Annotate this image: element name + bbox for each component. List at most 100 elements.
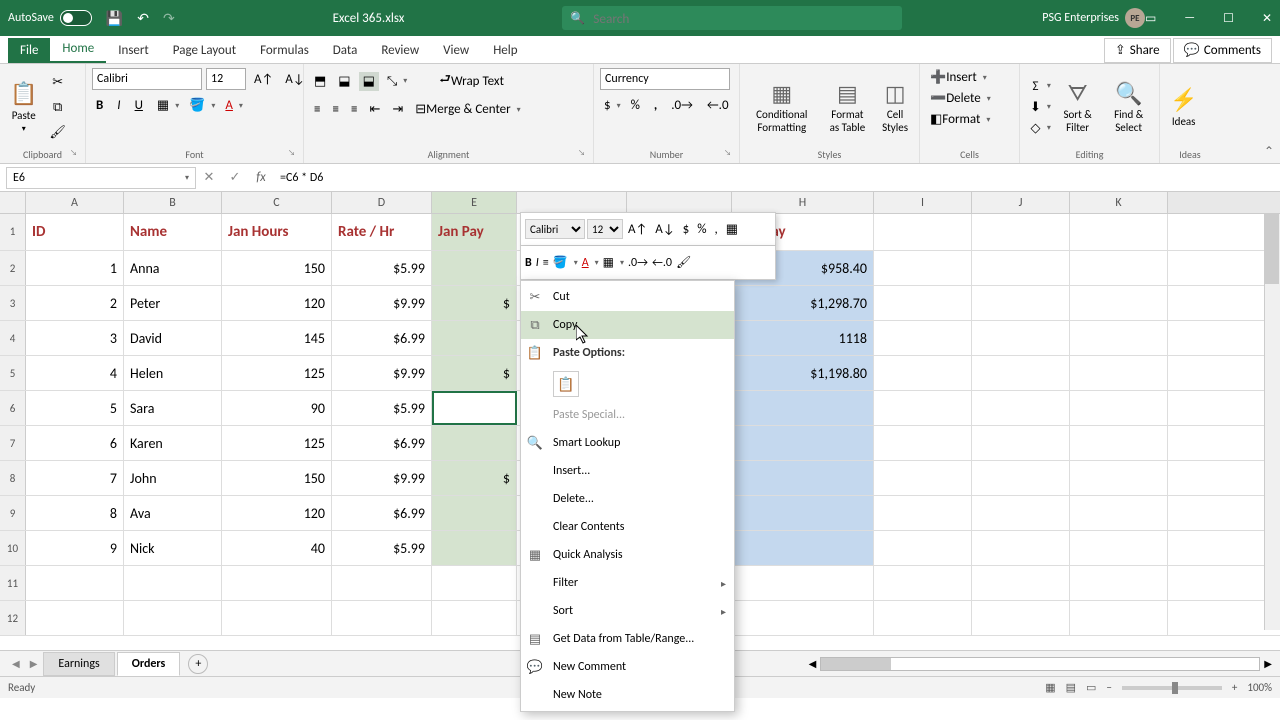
page-layout-icon[interactable]: ▤ — [1066, 681, 1076, 694]
row-header[interactable]: 5 — [0, 356, 26, 390]
zoom-out-icon[interactable]: − — [1106, 681, 1111, 694]
cell[interactable] — [1070, 426, 1168, 460]
mini-painter-icon[interactable]: 🖌 — [676, 255, 691, 270]
name-box[interactable]: E6▾ — [6, 167, 196, 189]
mini-bold-icon[interactable]: B — [525, 256, 532, 270]
bold-button[interactable]: B — [92, 96, 107, 115]
vertical-scrollbar[interactable] — [1264, 214, 1280, 630]
cell[interactable] — [1070, 251, 1168, 285]
cell[interactable] — [972, 391, 1070, 425]
cell[interactable]: John — [124, 461, 222, 495]
align-right-icon[interactable]: ≡ — [347, 100, 361, 119]
cell[interactable] — [732, 391, 874, 425]
mini-cf-icon[interactable]: ▦ — [723, 220, 741, 239]
cell[interactable] — [874, 251, 972, 285]
share-button[interactable]: ⇪Share — [1104, 38, 1171, 63]
toggle-off-icon[interactable] — [60, 10, 92, 26]
tab-review[interactable]: Review — [369, 38, 431, 63]
row-header[interactable]: 8 — [0, 461, 26, 495]
mini-border-icon[interactable]: ▦ — [603, 255, 624, 270]
cell[interactable] — [874, 496, 972, 530]
minimize-icon[interactable]: — — [1184, 11, 1195, 25]
cell[interactable] — [222, 566, 332, 600]
mini-font-name[interactable]: Calibri — [525, 219, 585, 239]
sort-filter-button[interactable]: ᗊSort & Filter — [1055, 76, 1100, 137]
cell[interactable] — [432, 531, 517, 565]
mini-italic-icon[interactable]: I — [536, 256, 539, 270]
cell[interactable] — [1070, 321, 1168, 355]
copy-icon[interactable]: ⧉ — [45, 98, 70, 117]
col-header-b[interactable]: B — [124, 192, 222, 213]
ctx-smart-lookup[interactable]: 🔍Smart Lookup — [521, 429, 734, 457]
ctx-filter[interactable]: Filter — [521, 569, 734, 597]
undo-icon[interactable]: ↶ — [137, 10, 149, 27]
font-name-input[interactable] — [92, 68, 202, 90]
col-header-h[interactable]: H — [732, 192, 874, 213]
cell[interactable]: 40 — [222, 531, 332, 565]
cell[interactable]: 1118 — [732, 321, 874, 355]
align-top-icon[interactable]: ⬒ — [310, 72, 330, 91]
sheet-nav-prev-icon[interactable]: ◀ — [8, 657, 24, 670]
cell[interactable] — [732, 601, 874, 635]
cell[interactable]: Anna — [124, 251, 222, 285]
tab-formulas[interactable]: Formulas — [248, 38, 321, 63]
mini-dec-inc-icon[interactable]: .0→ — [628, 256, 648, 270]
cell[interactable]: $9.99 — [332, 356, 432, 390]
cell[interactable]: 9 — [26, 531, 124, 565]
cell[interactable] — [874, 461, 972, 495]
cell[interactable]: ID — [26, 214, 124, 250]
cell[interactable] — [1070, 461, 1168, 495]
tab-view[interactable]: View — [431, 38, 481, 63]
cell[interactable]: $ — [432, 461, 517, 495]
cell[interactable] — [972, 214, 1070, 250]
cell[interactable]: Karen — [124, 426, 222, 460]
cell[interactable] — [222, 601, 332, 635]
cell[interactable]: 150 — [222, 461, 332, 495]
fill-color-icon[interactable]: 🪣 — [185, 96, 215, 115]
cell[interactable]: $5.99 — [332, 391, 432, 425]
cell[interactable] — [432, 391, 517, 425]
cell[interactable]: 5 — [26, 391, 124, 425]
percent-icon[interactable]: % — [627, 96, 644, 115]
row-header[interactable]: 6 — [0, 391, 26, 425]
search-input[interactable] — [593, 10, 894, 27]
tab-insert[interactable]: Insert — [106, 38, 161, 63]
align-center-icon[interactable]: ≡ — [328, 100, 342, 119]
italic-button[interactable]: I — [113, 96, 124, 115]
cell[interactable] — [972, 426, 1070, 460]
cell[interactable] — [124, 566, 222, 600]
group-clipboard[interactable]: Clipboard — [6, 146, 79, 163]
cell[interactable]: $5.99 — [332, 531, 432, 565]
scroll-right-icon[interactable]: ▶ — [1264, 657, 1272, 670]
ctx-cut[interactable]: ✂Cut — [521, 283, 734, 311]
delete-cells-button[interactable]: ➖ Delete — [926, 89, 991, 108]
col-header-i[interactable]: I — [874, 192, 972, 213]
cell[interactable] — [432, 321, 517, 355]
cell[interactable] — [732, 566, 874, 600]
add-sheet-button[interactable]: + — [188, 654, 208, 674]
cell[interactable] — [124, 601, 222, 635]
group-alignment[interactable]: Alignment — [310, 146, 587, 163]
format-as-table-button[interactable]: ▤Format as Table — [822, 76, 874, 137]
mini-percent-icon[interactable]: % — [694, 220, 709, 239]
save-icon[interactable]: 💾 — [106, 10, 123, 27]
ctx-new-note[interactable]: New Note — [521, 681, 734, 709]
cell[interactable]: Jan Pay — [432, 214, 517, 250]
cell[interactable] — [972, 566, 1070, 600]
cell[interactable]: 8 — [26, 496, 124, 530]
comments-button[interactable]: 💬Comments — [1173, 38, 1272, 63]
cell[interactable]: 7 — [26, 461, 124, 495]
cell[interactable] — [972, 531, 1070, 565]
ctx-sort[interactable]: Sort — [521, 597, 734, 625]
cell[interactable] — [1070, 356, 1168, 390]
fx-icon[interactable]: fx — [248, 170, 274, 185]
cell[interactable]: 1 — [26, 251, 124, 285]
underline-button[interactable]: U — [131, 96, 147, 115]
wrap-text-button[interactable]: ⮐ Wrap Text — [435, 68, 508, 94]
mini-currency-icon[interactable]: $ — [680, 220, 693, 239]
font-size-input[interactable] — [206, 68, 246, 90]
cell[interactable]: 90 — [222, 391, 332, 425]
cell[interactable]: 150 — [222, 251, 332, 285]
decrease-indent-icon[interactable]: ⇤ — [365, 100, 384, 119]
cell[interactable] — [1070, 214, 1168, 250]
